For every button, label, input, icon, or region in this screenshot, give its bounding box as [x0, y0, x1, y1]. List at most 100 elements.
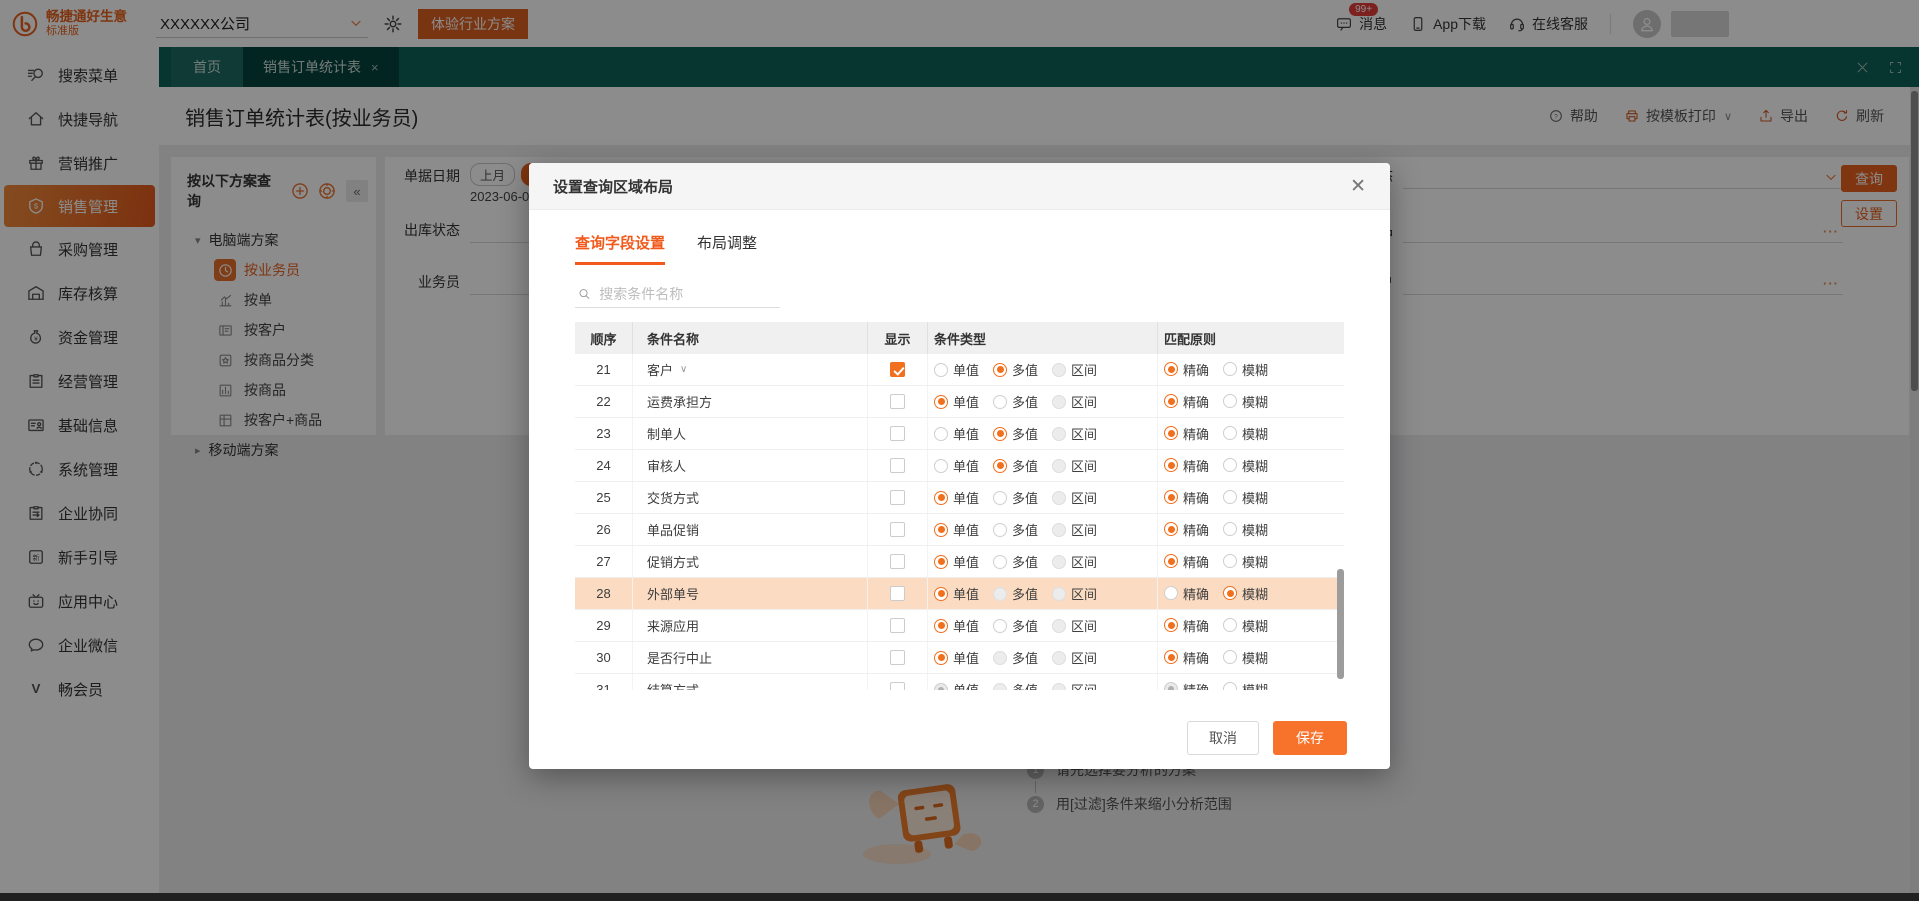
option-label: 单值 [953, 491, 980, 506]
save-button[interactable]: 保存 [1273, 721, 1347, 755]
option-label: 单值 [953, 680, 979, 690]
radio-match[interactable] [1164, 362, 1178, 377]
radio-type[interactable] [934, 458, 948, 473]
show-checkbox[interactable] [890, 426, 905, 441]
radio-type[interactable] [934, 522, 948, 537]
radio-type[interactable] [993, 458, 1008, 473]
table-row-26[interactable]: 26 单品促销 单值 多值 区间 精确 模糊 [575, 514, 1344, 546]
radio-match[interactable] [1223, 586, 1238, 601]
radio-type[interactable] [993, 490, 1008, 505]
radio-type[interactable] [934, 682, 948, 690]
radio-type[interactable] [934, 586, 948, 601]
radio-match[interactable] [1223, 458, 1238, 473]
table-row-31[interactable]: 31 结算方式 单值 多值 区间 精确 模糊 [575, 674, 1344, 690]
radio-type[interactable] [934, 426, 948, 441]
radio-type[interactable] [934, 650, 948, 665]
show-checkbox[interactable] [890, 490, 905, 505]
show-checkbox[interactable] [890, 650, 905, 665]
radio-match[interactable] [1164, 554, 1178, 569]
radio-match[interactable] [1223, 682, 1238, 690]
radio-type[interactable] [993, 362, 1008, 377]
radio-type[interactable] [993, 394, 1008, 409]
option-label: 精确 [1183, 680, 1209, 690]
radio-match[interactable] [1223, 362, 1238, 377]
table-row-24[interactable]: 24 审核人 单值 多值 区间 精确 模糊 [575, 450, 1344, 482]
radio-type[interactable] [993, 618, 1008, 633]
option-精确: 精确 [1164, 424, 1209, 443]
tab-query-field-settings[interactable]: 查询字段设置 [575, 232, 666, 265]
radio-match[interactable] [1164, 682, 1178, 690]
radio-match[interactable] [1223, 426, 1238, 441]
cancel-button[interactable]: 取消 [1187, 721, 1259, 755]
table-row-22[interactable]: 22 运费承担方 单值 多值 区间 精确 模糊 [575, 386, 1344, 418]
modal-close-icon[interactable]: ✕ [1350, 177, 1366, 196]
cell-name: 交货方式 [633, 482, 868, 513]
option-单值: 单值 [934, 488, 979, 507]
radio-match[interactable] [1164, 426, 1178, 441]
tab-layout-adjust[interactable]: 布局调整 [697, 232, 757, 265]
radio-match[interactable] [1223, 394, 1238, 409]
table-row-25[interactable]: 25 交货方式 单值 多值 区间 精确 模糊 [575, 482, 1344, 514]
radio-type [993, 682, 1008, 690]
option-label: 多值 [1012, 680, 1038, 690]
table-row-30[interactable]: 30 是否行中止 单值 多值 区间 精确 模糊 [575, 642, 1344, 674]
option-label: 区间 [1071, 395, 1098, 410]
radio-match[interactable] [1223, 650, 1238, 665]
option-精确: 精确 [1164, 360, 1209, 379]
radio-match[interactable] [1164, 618, 1178, 633]
cell-show [868, 642, 928, 673]
show-checkbox[interactable] [890, 522, 905, 537]
condition-name: 审核人 [647, 459, 687, 474]
radio-type[interactable] [934, 362, 948, 377]
radio-match[interactable] [1164, 586, 1178, 601]
radio-match[interactable] [1223, 554, 1238, 569]
show-checkbox[interactable] [890, 554, 905, 569]
option-多值: 多值 [993, 648, 1038, 667]
table-row-23[interactable]: 23 制单人 单值 多值 区间 精确 模糊 [575, 418, 1344, 450]
condition-table: 顺序 条件名称 显示 条件类型 匹配原则 21 客户 ∨ 单值 多值 区间 精确 模糊 22 运费… [575, 322, 1344, 690]
show-checkbox[interactable] [890, 682, 905, 690]
table-scrollbar-thumb[interactable] [1337, 569, 1344, 679]
show-checkbox[interactable] [890, 362, 905, 377]
radio-type [1052, 586, 1067, 601]
table-row-29[interactable]: 29 来源应用 单值 多值 区间 精确 模糊 [575, 610, 1344, 642]
table-row-27[interactable]: 27 促销方式 单值 多值 区间 精确 模糊 [575, 546, 1344, 578]
radio-type[interactable] [934, 618, 948, 633]
app: 畅捷通好生意 标准版 XXXXXX公司 体验行业方案 99+ 消息 App下载 … [0, 0, 1919, 901]
option-label: 精确 [1183, 586, 1210, 602]
cell-name: 促销方式 [633, 546, 868, 577]
radio-type[interactable] [993, 426, 1008, 441]
radio-match[interactable] [1164, 650, 1178, 665]
cell-name: 运费承担方 [633, 386, 868, 417]
radio-match[interactable] [1164, 522, 1178, 537]
show-checkbox[interactable] [890, 458, 905, 473]
option-单值: 单值 [934, 584, 979, 603]
option-label: 多值 [1012, 523, 1039, 538]
option-label: 多值 [1012, 427, 1039, 442]
radio-type[interactable] [993, 522, 1008, 537]
condition-name: 制单人 [647, 427, 687, 442]
option-label: 区间 [1071, 587, 1098, 602]
radio-match[interactable] [1164, 458, 1178, 473]
radio-match[interactable] [1223, 522, 1238, 537]
radio-type[interactable] [934, 490, 948, 505]
radio-type[interactable] [934, 394, 948, 409]
option-label: 精确 [1183, 490, 1210, 506]
table-row-21[interactable]: 21 客户 ∨ 单值 多值 区间 精确 模糊 [575, 354, 1344, 386]
radio-type[interactable] [934, 554, 948, 569]
radio-match[interactable] [1164, 394, 1178, 409]
radio-match[interactable] [1223, 618, 1238, 633]
condition-search-input[interactable] [599, 286, 778, 302]
radio-type[interactable] [993, 554, 1008, 569]
condition-search [575, 281, 780, 308]
cell-name: 是否行中止 [633, 642, 868, 673]
option-区间: 区间 [1052, 520, 1097, 539]
caret-down-icon[interactable]: ∨ [680, 364, 687, 375]
radio-match[interactable] [1164, 490, 1178, 505]
table-row-28[interactable]: 28 外部单号 单值 多值 区间 精确 模糊 [575, 578, 1344, 610]
option-模糊: 模糊 [1223, 680, 1268, 690]
show-checkbox[interactable] [890, 586, 905, 601]
radio-match[interactable] [1223, 490, 1238, 505]
show-checkbox[interactable] [890, 618, 905, 633]
show-checkbox[interactable] [890, 394, 905, 409]
